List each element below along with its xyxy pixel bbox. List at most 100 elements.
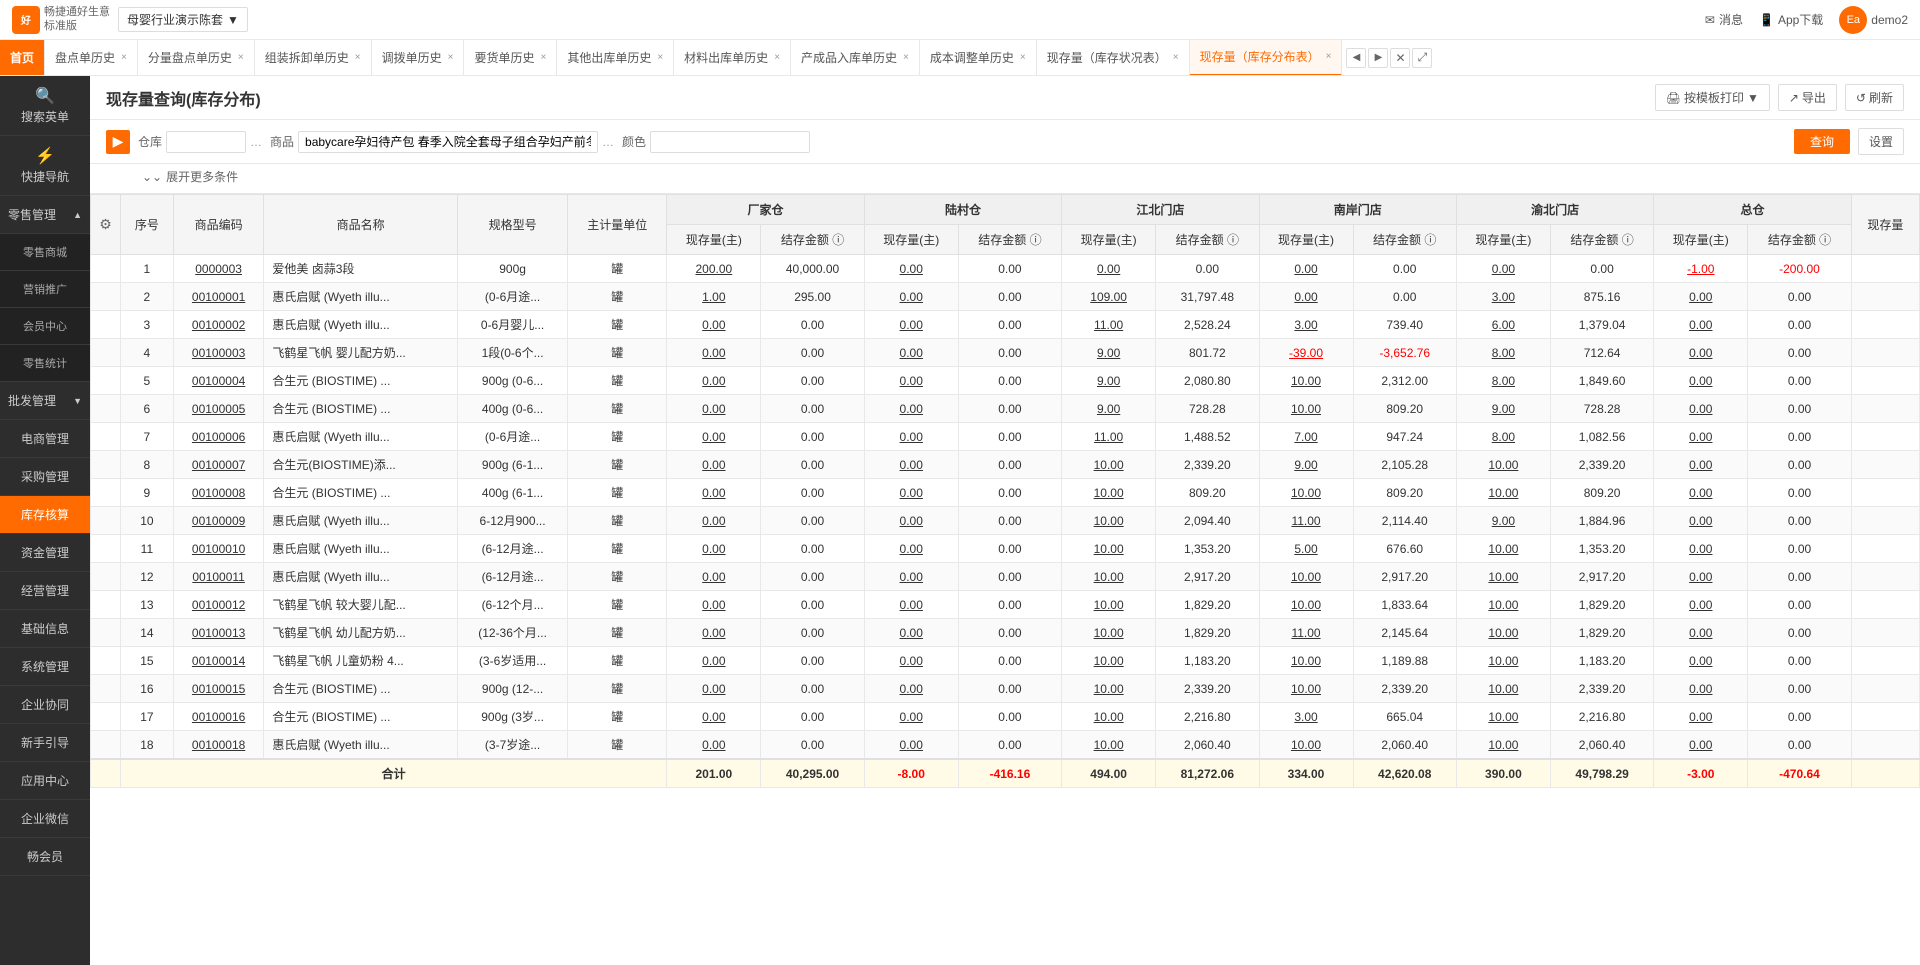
close-icon[interactable]: × [121, 52, 127, 63]
row-jb-amt: 809.20 [1156, 479, 1259, 507]
row-settings [91, 451, 121, 479]
row-yb-amt: 0.00 [1550, 255, 1653, 283]
sidebar-item-marketing[interactable]: 营销推广 [0, 271, 90, 308]
row-no: 8 [121, 451, 174, 479]
nav-prev[interactable]: ◀ [1346, 48, 1366, 68]
sidebar-item-member[interactable]: 会员中心 [0, 308, 90, 345]
gear-icon[interactable]: ⚙ [99, 216, 112, 232]
row-spec: (0-6月途... [457, 283, 567, 311]
row-total-qty: 0.00 [1654, 423, 1748, 451]
warehouse-input[interactable] [166, 131, 246, 153]
sidebar-item-quick-nav[interactable]: ⚡ 快捷导航 [0, 136, 90, 196]
row-code: 00100005 [173, 395, 264, 423]
expand-more-btn[interactable]: ⌄⌄ 展开更多条件 [142, 168, 1904, 185]
sidebar-item-search[interactable]: 🔍 搜索英单 [0, 76, 90, 136]
nav-expand[interactable]: ⤢ [1412, 48, 1432, 68]
tab-order[interactable]: 要货单历史 × [464, 40, 557, 76]
sidebar-item-ecommerce[interactable]: 电商管理 [0, 420, 90, 458]
tab-product-in[interactable]: 产成品入库单历史 × [791, 40, 920, 76]
tab-other-out[interactable]: 其他出库单历史 × [557, 40, 674, 76]
row-l-qty: 0.00 [864, 507, 958, 535]
table-row: 14 00100013 飞鹤星飞帆 幼儿配方奶... (12-36个月... 罐… [91, 619, 1920, 647]
page-actions: 🖨 按模板打印 ▼ ↗ 导出 ↺ 刷新 [1655, 84, 1904, 111]
row-total-qty: 0.00 [1654, 563, 1748, 591]
export-btn[interactable]: ↗ 导出 [1778, 84, 1837, 111]
close-icon[interactable]: × [355, 52, 361, 63]
industry-dropdown[interactable]: 母婴行业演示陈套 ▼ [118, 7, 248, 32]
col-total-qty: 现存量(主) [1654, 225, 1748, 255]
nav-next[interactable]: ▶ [1368, 48, 1388, 68]
settings-btn[interactable]: 设置 [1858, 128, 1904, 155]
row-spec: 0-6月婴儿... [457, 311, 567, 339]
row-l-amt: 0.00 [958, 423, 1061, 451]
row-total-amt: 0.00 [1748, 535, 1851, 563]
row-settings [91, 535, 121, 563]
tab-inventory-count[interactable]: 盘点单历史 × [45, 40, 138, 76]
close-icon[interactable]: × [1326, 51, 1332, 62]
color-input[interactable] [650, 131, 810, 153]
row-na-qty: 10.00 [1259, 591, 1353, 619]
sidebar-item-wholesale[interactable]: 批发管理 ▼ [0, 382, 90, 420]
row-code: 00100012 [173, 591, 264, 619]
row-unit: 罐 [568, 311, 667, 339]
tab-material-out[interactable]: 材料出库单历史 × [674, 40, 791, 76]
close-icon[interactable]: × [774, 52, 780, 63]
row-total-qty: 0.00 [1654, 283, 1748, 311]
filter-expand-btn[interactable]: ▶ [106, 130, 130, 154]
row-unit: 罐 [568, 731, 667, 760]
sidebar-item-operation[interactable]: 经营管理 [0, 572, 90, 610]
row-jb-amt: 728.28 [1156, 395, 1259, 423]
close-icon[interactable]: × [903, 52, 909, 63]
tab-assembly[interactable]: 组装拆卸单历史 × [255, 40, 372, 76]
close-icon[interactable]: × [1173, 52, 1179, 63]
tab-home[interactable]: 首页 [0, 40, 45, 76]
row-l-amt: 0.00 [958, 311, 1061, 339]
col-group-lucun: 陆村仓 [864, 195, 1061, 225]
tab-stock-dist[interactable]: 现存量（库存分布表） × [1190, 40, 1343, 76]
sidebar-item-vip[interactable]: 畅会员 [0, 838, 90, 876]
row-na-qty: 10.00 [1259, 563, 1353, 591]
row-settings [91, 619, 121, 647]
close-icon[interactable]: × [657, 52, 663, 63]
messages-btn[interactable]: ✉ 消息 [1705, 11, 1743, 28]
sidebar-item-guide[interactable]: 新手引导 [0, 724, 90, 762]
row-yb-amt: 1,829.20 [1550, 619, 1653, 647]
sidebar-item-wechat[interactable]: 企业微信 [0, 800, 90, 838]
row-code: 0000003 [173, 255, 264, 283]
close-icon[interactable]: × [540, 52, 546, 63]
refresh-btn[interactable]: ↺ 刷新 [1845, 84, 1904, 111]
close-icon[interactable]: × [1020, 52, 1026, 63]
table-row: 11 00100010 惠氏启赋 (Wyeth illu... (6-12月途.… [91, 535, 1920, 563]
tab-stock-status[interactable]: 现存量（库存状况表） × [1037, 40, 1190, 76]
user-menu[interactable]: Ea demo2 [1839, 6, 1908, 34]
row-yb-amt: 875.16 [1550, 283, 1653, 311]
tab-cost-adjust[interactable]: 成本调整单历史 × [920, 40, 1037, 76]
sidebar-item-purchase[interactable]: 采购管理 [0, 458, 90, 496]
sidebar-item-retail-mgmt[interactable]: 零售管理 ▲ [0, 196, 90, 234]
sidebar-item-app-center[interactable]: 应用中心 [0, 762, 90, 800]
row-code: 00100007 [173, 451, 264, 479]
row-name: 飞鹤星飞帆 儿童奶粉 4... [264, 647, 458, 675]
row-jb-amt: 2,060.40 [1156, 731, 1259, 760]
sidebar-item-basic-info[interactable]: 基础信息 [0, 610, 90, 648]
sidebar-item-finance[interactable]: 资金管理 [0, 534, 90, 572]
sidebar-item-retail-mall[interactable]: 零售商城 [0, 234, 90, 271]
tab-partial-count[interactable]: 分量盘点单历史 × [138, 40, 255, 76]
sidebar-item-retail-stats[interactable]: 零售统计 [0, 345, 90, 382]
sidebar-item-inventory[interactable]: 库存核算 [0, 496, 90, 534]
tab-transfer[interactable]: 调拨单历史 × [372, 40, 465, 76]
product-input[interactable] [298, 131, 598, 153]
app-download-btn[interactable]: 📱 App下载 [1759, 11, 1823, 28]
row-na-amt: 809.20 [1353, 395, 1456, 423]
row-f-qty: 0.00 [667, 451, 761, 479]
row-l-qty: 0.00 [864, 479, 958, 507]
close-icon[interactable]: × [238, 52, 244, 63]
close-icon[interactable]: × [448, 52, 454, 63]
row-unit: 罐 [568, 675, 667, 703]
nav-close-all[interactable]: ✕ [1390, 48, 1410, 68]
search-btn[interactable]: 查询 [1794, 129, 1850, 154]
sidebar-item-collab[interactable]: 企业协同 [0, 686, 90, 724]
sidebar-item-system[interactable]: 系统管理 [0, 648, 90, 686]
print-btn[interactable]: 🖨 按模板打印 ▼ [1655, 84, 1770, 111]
row-settings [91, 283, 121, 311]
